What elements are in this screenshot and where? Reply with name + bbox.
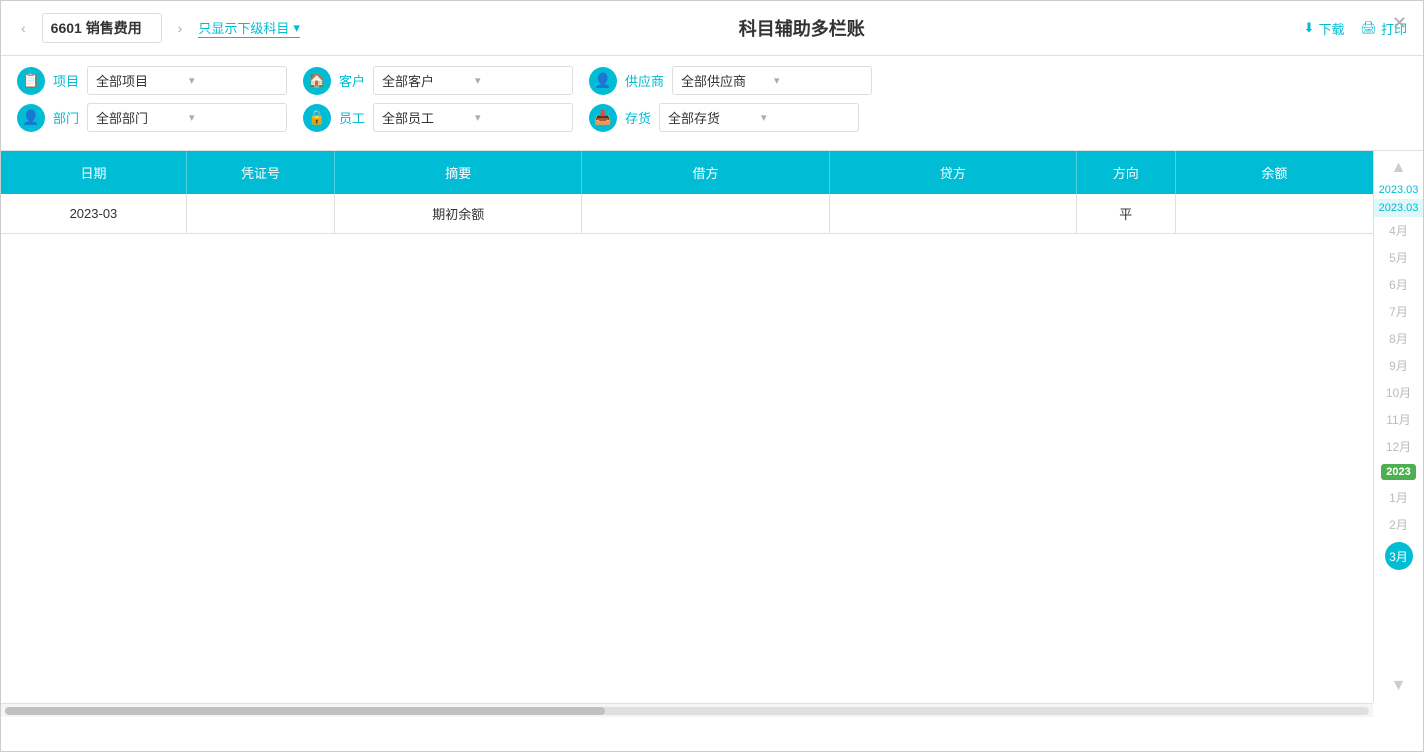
header: ‹ 6601 销售费用 › 只显示下级科目 ▾ 科目辅助多栏账 ⬇ 下载 🖨 打… <box>1 1 1423 56</box>
timeline-month-6[interactable]: 6月 <box>1387 271 1410 298</box>
cell-direction: 平 <box>1076 194 1175 234</box>
project-label: 项目 <box>53 71 79 90</box>
cell-balance <box>1175 194 1373 234</box>
horizontal-scrollbar[interactable] <box>1 703 1373 717</box>
timeline-month-5[interactable]: 5月 <box>1387 244 1410 271</box>
download-icon: ⬇ <box>1304 20 1315 36</box>
col-balance-header: 余额 <box>1175 151 1373 194</box>
timeline-month-8[interactable]: 8月 <box>1387 325 1410 352</box>
inventory-select[interactable]: 全部存货 ▾ <box>659 103 859 132</box>
department-icon: 👤 <box>17 104 45 132</box>
inventory-label: 存货 <box>625 108 651 127</box>
department-dropdown-arrow: ▾ <box>189 111 278 124</box>
supplier-icon: 👤 <box>589 67 617 95</box>
cell-voucher <box>186 194 334 234</box>
inventory-dropdown-arrow: ▾ <box>761 111 850 124</box>
cell-debit <box>582 194 829 234</box>
cell-date: 2023-03 <box>1 194 186 234</box>
timeline-month-4[interactable]: 4月 <box>1387 217 1410 244</box>
timeline-item-2023-03-top2[interactable]: 2023.03 <box>1374 199 1423 217</box>
supplier-label: 供应商 <box>625 71 664 90</box>
timeline-down-arrow[interactable]: ▼ <box>1387 673 1411 699</box>
cell-credit <box>829 194 1076 234</box>
employee-label: 员工 <box>339 108 365 127</box>
employee-select[interactable]: 全部员工 ▾ <box>373 103 573 132</box>
filter-area: 📋 项目 全部项目 ▾ 🏠 客户 全部客户 ▾ 👤 供应商 <box>1 56 1423 151</box>
print-icon: 🖨 <box>1360 20 1377 36</box>
filter-customer: 🏠 客户 全部客户 ▾ <box>303 66 573 95</box>
cell-summary: 期初余额 <box>335 194 582 234</box>
download-btn[interactable]: ⬇ 下载 <box>1304 19 1345 38</box>
timeline-month-11[interactable]: 11月 <box>1384 406 1412 433</box>
col-voucher-header: 凭证号 <box>186 151 334 194</box>
col-direction-header: 方向 <box>1076 151 1175 194</box>
prev-account-btn[interactable]: ‹ <box>17 18 30 38</box>
timeline-month-1[interactable]: 1月 <box>1387 484 1410 511</box>
customer-select[interactable]: 全部客户 ▾ <box>373 66 573 95</box>
customer-dropdown-arrow: ▾ <box>475 74 564 87</box>
supplier-dropdown-arrow: ▾ <box>774 74 863 87</box>
timeline-month-9[interactable]: 9月 <box>1387 352 1410 379</box>
timeline-month-12[interactable]: 12月 <box>1384 433 1413 460</box>
timeline-item-2023-03-top1[interactable]: 2023.03 <box>1374 181 1423 199</box>
customer-icon: 🏠 <box>303 67 331 95</box>
inventory-icon: 📥 <box>589 104 617 132</box>
filter-row-1: 📋 项目 全部项目 ▾ 🏠 客户 全部客户 ▾ 👤 供应商 <box>17 66 1407 95</box>
scrollbar-thumb[interactable] <box>5 707 605 715</box>
table-row[interactable]: 2023-03 期初余额 平 <box>1 194 1373 234</box>
filter-employee: 🔒 员工 全部员工 ▾ <box>303 103 573 132</box>
customer-label: 客户 <box>339 71 365 90</box>
filter-supplier: 👤 供应商 全部供应商 ▾ <box>589 66 872 95</box>
timeline-up-arrow[interactable]: ▲ <box>1387 155 1411 181</box>
col-debit-header: 借方 <box>582 151 829 194</box>
filter-project: 📋 项目 全部项目 ▾ <box>17 66 287 95</box>
account-code: 6601 销售费用 <box>42 13 162 43</box>
department-label: 部门 <box>53 108 79 127</box>
filter-inventory: 📥 存货 全部存货 ▾ <box>589 103 859 132</box>
project-select[interactable]: 全部项目 ▾ <box>87 66 287 95</box>
timeline-sidebar: ▲ 2023.03 2023.03 4月 5月 6月 7月 8月 9月 10月 … <box>1373 151 1423 703</box>
ledger-table: 日期 凭证号 摘要 借方 贷方 方向 余额 2023-03 期初余额 <box>1 151 1373 234</box>
employee-icon: 🔒 <box>303 104 331 132</box>
employee-dropdown-arrow: ▾ <box>475 111 564 124</box>
table-container: 日期 凭证号 摘要 借方 贷方 方向 余额 2023-03 期初余额 <box>1 151 1373 703</box>
next-account-btn[interactable]: › <box>174 18 187 38</box>
project-dropdown-arrow: ▾ <box>189 74 278 87</box>
close-btn[interactable]: ✕ <box>1392 13 1407 34</box>
timeline-month-7[interactable]: 7月 <box>1387 298 1410 325</box>
show-sub-toggle[interactable]: 只显示下级科目 ▾ <box>198 18 300 38</box>
col-date-header: 日期 <box>1 151 186 194</box>
supplier-select[interactable]: 全部供应商 ▾ <box>672 66 872 95</box>
year-badge-2023[interactable]: 2023 <box>1381 464 1415 480</box>
project-icon: 📋 <box>17 67 45 95</box>
department-select[interactable]: 全部部门 ▾ <box>87 103 287 132</box>
page-title: 科目辅助多栏账 <box>312 15 1292 41</box>
timeline-month-2[interactable]: 2月 <box>1387 511 1410 538</box>
col-credit-header: 贷方 <box>829 151 1076 194</box>
filter-row-2: 👤 部门 全部部门 ▾ 🔒 员工 全部员工 ▾ 📥 存货 <box>17 103 1407 132</box>
col-summary-header: 摘要 <box>335 151 582 194</box>
timeline-month-10[interactable]: 10月 <box>1384 379 1413 406</box>
filter-department: 👤 部门 全部部门 ▾ <box>17 103 287 132</box>
timeline-month-3-active[interactable]: 3月 <box>1385 542 1413 570</box>
main-window: ‹ 6601 销售费用 › 只显示下级科目 ▾ 科目辅助多栏账 ⬇ 下载 🖨 打… <box>0 0 1424 752</box>
